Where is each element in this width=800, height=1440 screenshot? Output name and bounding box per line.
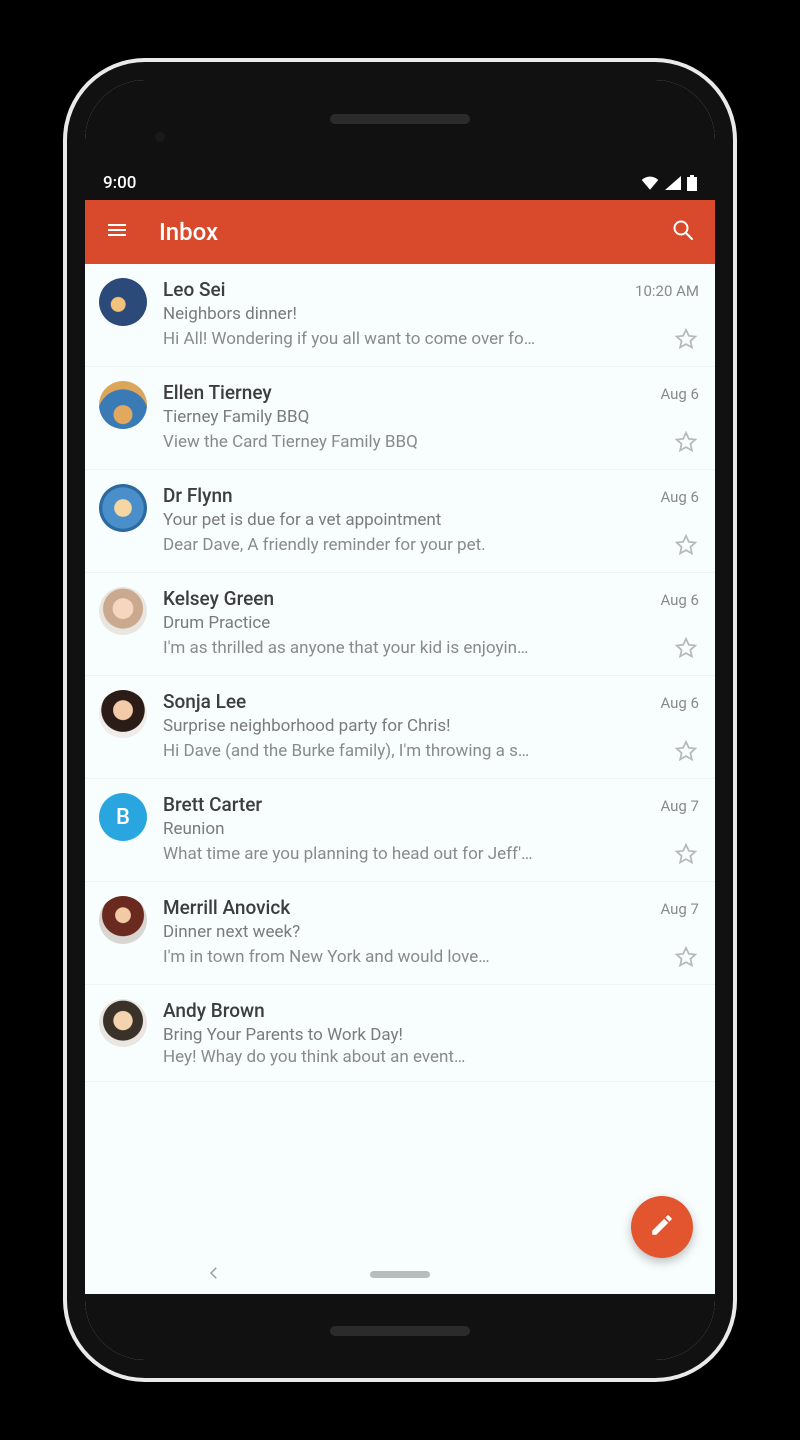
email-body: Brett Carter Aug 7 Reunion What time are yo… (163, 793, 699, 867)
email-body: Leo Sei 10:20 AM Neighbors dinner! Hi All! … (163, 278, 699, 352)
phone-speaker (330, 114, 470, 124)
page-title: Inbox (159, 218, 641, 246)
avatar[interactable] (99, 690, 147, 738)
status-time: 9:00 (103, 173, 136, 193)
star-button[interactable] (673, 326, 699, 352)
star-button[interactable] (673, 738, 699, 764)
star-icon (673, 955, 699, 974)
cell-signal-icon (665, 176, 681, 190)
subject: Bring Your Parents to Work Day! (163, 1025, 699, 1045)
star-button[interactable] (673, 635, 699, 661)
subject: Neighbors dinner! (163, 304, 699, 324)
star-icon (673, 440, 699, 459)
phone-camera (155, 132, 165, 142)
android-nav-bar (85, 1254, 715, 1294)
screen: 9:00 Inbox (85, 166, 715, 1294)
star-button[interactable] (673, 532, 699, 558)
timestamp: Aug 6 (660, 488, 699, 506)
preview: What time are you planning to head out f… (163, 844, 665, 864)
email-body: Sonja Lee Aug 6 Surprise neighborhood part… (163, 690, 699, 764)
preview: Dear Dave, A friendly reminder for your … (163, 535, 665, 555)
avatar[interactable] (99, 896, 147, 944)
timestamp: Aug 6 (660, 591, 699, 609)
preview: I'm in town from New York and would love… (163, 947, 665, 967)
email-row[interactable]: Ellen Tierney Aug 6 Tierney Family BBQ View… (85, 367, 715, 470)
star-icon (673, 749, 699, 768)
phone-speaker-bottom (330, 1326, 470, 1336)
email-row[interactable]: Andy Brown Bring Your Parents to Work Day… (85, 985, 715, 1082)
subject: Surprise neighborhood party for Chris! (163, 716, 699, 736)
subject: Tierney Family BBQ (163, 407, 699, 427)
star-icon (673, 543, 699, 562)
star-button[interactable] (673, 841, 699, 867)
email-row[interactable]: Dr Flynn Aug 6 Your pet is due for a vet a… (85, 470, 715, 573)
avatar[interactable] (99, 999, 147, 1047)
timestamp: 10:20 AM (635, 282, 699, 300)
sender: Sonja Lee (163, 690, 246, 713)
preview: Hi Dave (and the Burke family), I'm thro… (163, 741, 665, 761)
email-row[interactable]: Leo Sei 10:20 AM Neighbors dinner! Hi All! … (85, 264, 715, 367)
subject: Drum Practice (163, 613, 699, 633)
email-list[interactable]: Leo Sei 10:20 AM Neighbors dinner! Hi All! … (85, 264, 715, 1254)
avatar[interactable] (99, 278, 147, 326)
status-bar: 9:00 (85, 166, 715, 200)
timestamp: Aug 7 (660, 900, 699, 918)
avatar[interactable] (99, 381, 147, 429)
pencil-icon (649, 1212, 675, 1242)
sender: Kelsey Green (163, 587, 274, 610)
battery-icon (687, 175, 697, 191)
preview: I'm as thrilled as anyone that your kid … (163, 638, 665, 658)
star-button[interactable] (673, 429, 699, 455)
sender: Brett Carter (163, 793, 262, 816)
compose-fab[interactable] (631, 1196, 693, 1258)
sender: Merrill Anovick (163, 896, 290, 919)
star-button[interactable] (673, 944, 699, 970)
subject: Your pet is due for a vet appointment (163, 510, 699, 530)
email-body: Dr Flynn Aug 6 Your pet is due for a vet a… (163, 484, 699, 558)
phone-bezel-bottom (85, 1294, 715, 1360)
menu-button[interactable] (99, 214, 135, 250)
email-row[interactable]: B Brett Carter Aug 7 Reunion What time are y… (85, 779, 715, 882)
back-icon[interactable] (205, 1264, 223, 1286)
timestamp: Aug 7 (660, 797, 699, 815)
sender: Ellen Tierney (163, 381, 272, 404)
subject: Dinner next week? (163, 922, 699, 942)
search-button[interactable] (665, 214, 701, 250)
star-icon (673, 337, 699, 356)
app-bar: Inbox (85, 200, 715, 264)
timestamp: Aug 6 (660, 694, 699, 712)
email-body: Andy Brown Bring Your Parents to Work Day… (163, 999, 699, 1067)
avatar[interactable] (99, 587, 147, 635)
star-icon (673, 852, 699, 871)
email-body: Ellen Tierney Aug 6 Tierney Family BBQ View… (163, 381, 699, 455)
sender: Andy Brown (163, 999, 265, 1022)
avatar[interactable]: B (99, 793, 147, 841)
email-row[interactable]: Merrill Anovick Aug 7 Dinner next week? I'm… (85, 882, 715, 985)
preview: Hey! Whay do you think about an event… (163, 1047, 699, 1067)
phone-bezel-top (85, 80, 715, 166)
email-row[interactable]: Kelsey Green Aug 6 Drum Practice I'm as thr… (85, 573, 715, 676)
avatar[interactable] (99, 484, 147, 532)
wifi-icon (641, 176, 659, 190)
search-icon (671, 218, 695, 246)
email-body: Kelsey Green Aug 6 Drum Practice I'm as thr… (163, 587, 699, 661)
preview: View the Card Tierney Family BBQ (163, 432, 665, 452)
phone-frame: 9:00 Inbox (85, 80, 715, 1360)
sender: Leo Sei (163, 278, 225, 301)
email-row[interactable]: Sonja Lee Aug 6 Surprise neighborhood part… (85, 676, 715, 779)
sender: Dr Flynn (163, 484, 233, 507)
email-body: Merrill Anovick Aug 7 Dinner next week? I'm… (163, 896, 699, 970)
star-icon (673, 646, 699, 665)
home-pill[interactable] (370, 1271, 430, 1278)
hamburger-icon (105, 218, 129, 246)
status-icons (641, 175, 697, 191)
subject: Reunion (163, 819, 699, 839)
timestamp: Aug 6 (660, 385, 699, 403)
preview: Hi All! Wondering if you all want to com… (163, 329, 665, 349)
